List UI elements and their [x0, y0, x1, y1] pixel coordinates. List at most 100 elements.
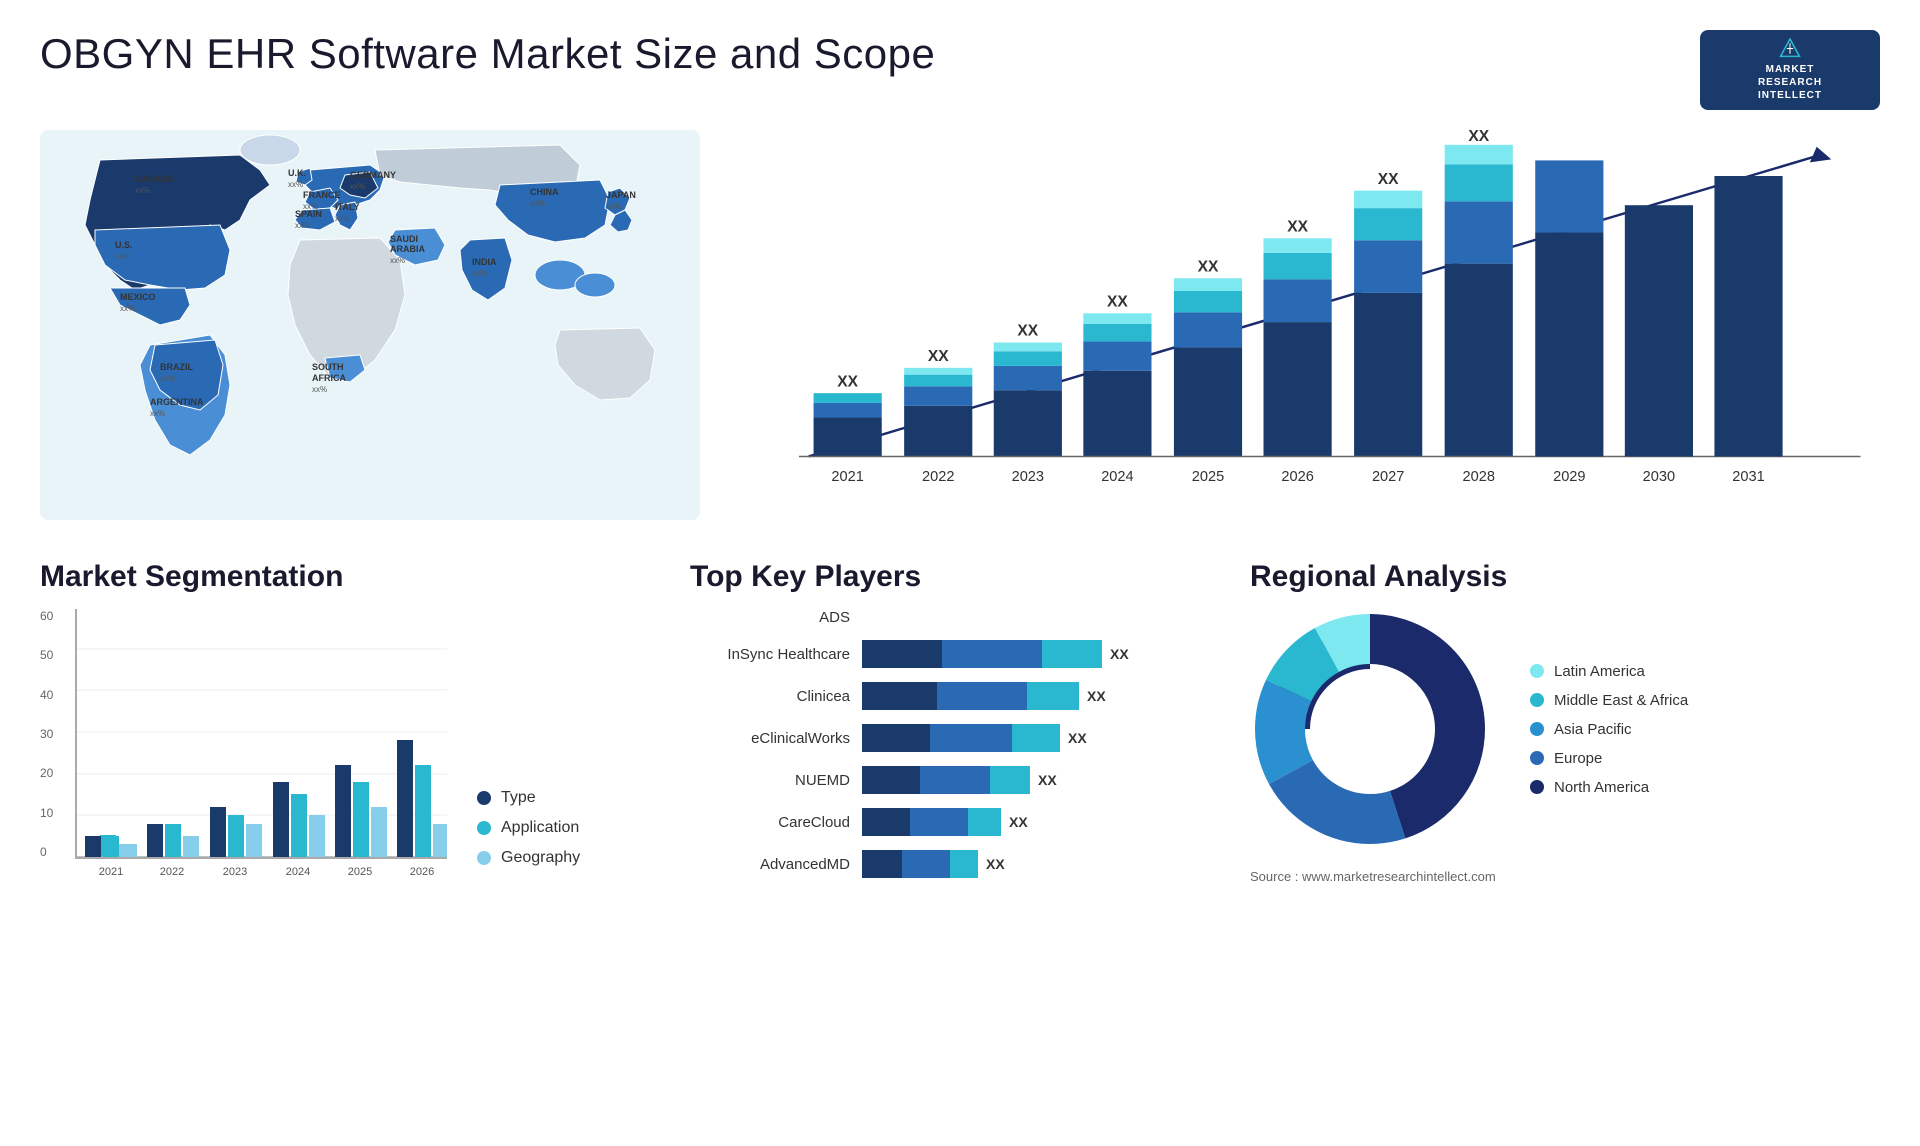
- player-name-nuemd: NUEMD: [690, 772, 850, 789]
- player-row-advancedmd: AdvancedMD XX: [690, 850, 1220, 878]
- legend-type: Type: [477, 789, 580, 807]
- insync-bar-container: XX: [862, 640, 1129, 668]
- nuemd-seg3: [990, 766, 1030, 794]
- svg-text:xx%: xx%: [472, 269, 487, 278]
- players-section: Top Key Players ADS InSync Healthcare XX…: [690, 560, 1220, 910]
- svg-text:XX: XX: [1378, 171, 1399, 188]
- asia-label: Asia Pacific: [1554, 721, 1632, 738]
- logo: MARKETRESEARCHINTELLECT: [1700, 30, 1880, 110]
- svg-text:2023: 2023: [1012, 469, 1044, 485]
- clinicea-bar-container: XX: [862, 682, 1106, 710]
- eclinical-seg2: [930, 724, 1012, 752]
- page-title: OBGYN EHR Software Market Size and Scope: [40, 30, 935, 78]
- carecloud-seg1: [862, 808, 910, 836]
- player-row-ads: ADS: [690, 609, 1220, 626]
- canada-label: CANADA: [135, 174, 174, 184]
- svg-text:2024: 2024: [286, 866, 310, 878]
- china-label: CHINA: [530, 187, 559, 197]
- svg-text:XX: XX: [928, 348, 949, 365]
- legend-geography: Geography: [477, 849, 580, 867]
- svg-text:2025: 2025: [348, 866, 372, 878]
- geography-dot: [477, 851, 491, 865]
- svg-text:2031: 2031: [1732, 469, 1764, 485]
- clinicea-xx: XX: [1087, 688, 1106, 704]
- insync-seg1: [862, 640, 942, 668]
- latin-label: Latin America: [1554, 663, 1645, 680]
- player-name-ads: ADS: [690, 609, 850, 626]
- y-label-30: 30: [40, 727, 53, 741]
- player-row-clinicea: Clinicea XX: [690, 682, 1220, 710]
- application-label: Application: [501, 819, 579, 837]
- source-text: Source : www.marketresearchintellect.com: [1250, 869, 1880, 884]
- svg-text:ARABIA: ARABIA: [390, 244, 425, 254]
- bar-chart-section: XX 2021 XX 2022 XX 2023 XX 2024: [760, 120, 1880, 550]
- logo-icon: [1772, 38, 1808, 59]
- svg-text:xx%: xx%: [135, 186, 150, 195]
- svg-text:2030: 2030: [1643, 469, 1675, 485]
- player-row-nuemd: NUEMD XX: [690, 766, 1220, 794]
- insync-seg2: [942, 640, 1042, 668]
- world-map: CANADA xx% U.S. xx% MEXICO xx% BRAZIL xx…: [40, 130, 700, 520]
- uk-label: U.K.: [288, 168, 306, 178]
- regional-section: Regional Analysis Latin: [1250, 560, 1880, 910]
- geography-label: Geography: [501, 849, 580, 867]
- svg-text:2029: 2029: [1553, 469, 1585, 485]
- svg-text:2022: 2022: [922, 469, 954, 485]
- seg-chart-svg: 2021 2022 2023: [77, 607, 447, 902]
- growth-chart: XX 2021 XX 2022 XX 2023 XX 2024: [760, 130, 1880, 520]
- svg-text:2025: 2025: [1192, 469, 1224, 485]
- advancedmd-seg3: [950, 850, 978, 878]
- insync-bar: [862, 640, 1102, 668]
- carecloud-seg2: [910, 808, 968, 836]
- type-dot: [477, 791, 491, 805]
- svg-text:xx%: xx%: [606, 202, 621, 211]
- advancedmd-seg1: [862, 850, 902, 878]
- application-dot: [477, 821, 491, 835]
- regional-title: Regional Analysis: [1250, 560, 1880, 594]
- svg-text:xx%: xx%: [295, 221, 310, 230]
- type-label: Type: [501, 789, 536, 807]
- svg-text:xx%: xx%: [120, 304, 135, 313]
- insync-seg3: [1042, 640, 1102, 668]
- player-row-eclinical: eClinicalWorks XX: [690, 724, 1220, 752]
- player-name-advancedmd: AdvancedMD: [690, 856, 850, 873]
- clinicea-seg3: [1027, 682, 1079, 710]
- legend-application: Application: [477, 819, 580, 837]
- segmentation-title: Market Segmentation: [40, 560, 660, 594]
- india-label: INDIA: [472, 257, 497, 267]
- eclinical-bar: [862, 724, 1060, 752]
- europe-dot: [1530, 751, 1544, 765]
- france-label: FRANCE: [303, 190, 341, 200]
- argentina-label: ARGENTINA: [150, 397, 204, 407]
- eclinical-seg3: [1012, 724, 1060, 752]
- svg-text:XX: XX: [1468, 130, 1489, 145]
- nuemd-xx: XX: [1038, 772, 1057, 788]
- brazil-label: BRAZIL: [160, 362, 193, 372]
- advancedmd-bar-container: XX: [862, 850, 1005, 878]
- y-label-10: 10: [40, 806, 53, 820]
- svg-text:XX: XX: [1017, 323, 1038, 340]
- advancedmd-xx: XX: [986, 856, 1005, 872]
- svg-text:xx%: xx%: [312, 385, 327, 394]
- svg-text:2021: 2021: [831, 469, 863, 485]
- y-label-50: 50: [40, 648, 53, 662]
- reg-legend-latin: Latin America: [1530, 663, 1688, 680]
- insync-xx: XX: [1110, 646, 1129, 662]
- reg-legend-mea: Middle East & Africa: [1530, 692, 1688, 709]
- svg-text:2023: 2023: [223, 866, 247, 878]
- advancedmd-seg2: [902, 850, 950, 878]
- player-row-insync: InSync Healthcare XX: [690, 640, 1220, 668]
- clinicea-seg1: [862, 682, 937, 710]
- svg-text:2026: 2026: [1281, 469, 1313, 485]
- svg-text:2027: 2027: [1372, 469, 1404, 485]
- svg-text:xx%: xx%: [390, 256, 405, 265]
- advancedmd-bar: [862, 850, 978, 878]
- player-name-clinicea: Clinicea: [690, 688, 850, 705]
- svg-text:xx%: xx%: [150, 409, 165, 418]
- svg-text:xx%: xx%: [288, 180, 303, 189]
- carecloud-seg3: [968, 808, 1001, 836]
- regional-content: Latin America Middle East & Africa Asia …: [1250, 609, 1880, 849]
- players-title: Top Key Players: [690, 560, 1220, 594]
- player-name-carecloud: CareCloud: [690, 814, 850, 831]
- donut-chart: [1250, 609, 1490, 849]
